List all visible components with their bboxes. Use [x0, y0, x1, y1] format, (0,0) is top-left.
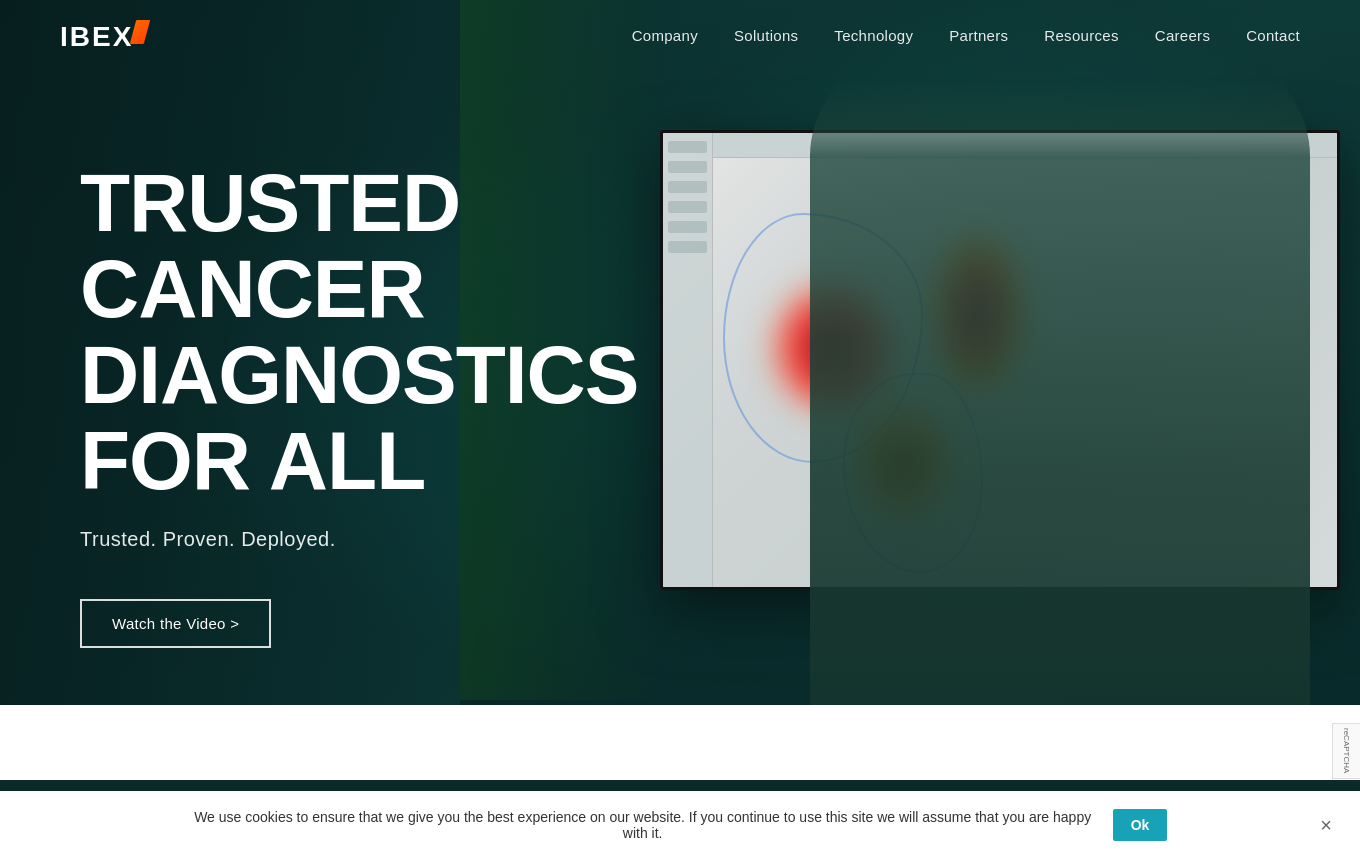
- nav-item-careers[interactable]: Careers: [1155, 27, 1210, 45]
- hero-title-line4: FOR ALL: [80, 415, 425, 506]
- nav-item-technology[interactable]: Technology: [834, 27, 913, 45]
- logo[interactable]: IBEX: [60, 18, 157, 53]
- bottom-strip: [0, 705, 1360, 780]
- recaptcha-badge: reCAPTCHA: [1332, 723, 1360, 779]
- hero-title-line3: DIAGNOSTICS: [80, 329, 638, 420]
- hero-title: TRUSTED CANCER DIAGNOSTICS FOR ALL: [80, 160, 630, 504]
- hero-content: TRUSTED CANCER DIAGNOSTICS FOR ALL Trust…: [80, 160, 630, 648]
- logo-text: IBEX: [60, 18, 157, 53]
- nav-item-resources[interactable]: Resources: [1044, 27, 1118, 45]
- monitor-sidebar: [663, 133, 713, 587]
- person-silhouette: [810, 0, 1310, 780]
- nav-link-contact[interactable]: Contact: [1246, 27, 1300, 44]
- logo-slash-icon: [133, 18, 157, 46]
- nav-link-resources[interactable]: Resources: [1044, 27, 1118, 44]
- nav-link-company[interactable]: Company: [632, 27, 698, 44]
- nav-link-careers[interactable]: Careers: [1155, 27, 1210, 44]
- recaptcha-label: reCAPTCHA: [1342, 728, 1351, 773]
- watch-video-button[interactable]: Watch the Video >: [80, 599, 271, 648]
- hero-title-line2: CANCER: [80, 243, 425, 334]
- nav-item-solutions[interactable]: Solutions: [734, 27, 798, 45]
- logo-wordmark: IBEX: [60, 21, 133, 52]
- nav-item-company[interactable]: Company: [632, 27, 698, 45]
- nav-link-partners[interactable]: Partners: [949, 27, 1008, 44]
- nav-item-contact[interactable]: Contact: [1246, 27, 1300, 45]
- hero-subtitle: Trusted. Proven. Deployed.: [80, 528, 630, 551]
- nav-item-partners[interactable]: Partners: [949, 27, 1008, 45]
- nav-menu: Company Solutions Technology Partners Re…: [632, 27, 1300, 45]
- nav-link-technology[interactable]: Technology: [834, 27, 913, 44]
- hero-title-line1: TRUSTED: [80, 157, 460, 248]
- main-navbar: IBEX Company Solutions Technology Partne…: [0, 0, 1360, 71]
- nav-link-solutions[interactable]: Solutions: [734, 27, 798, 44]
- hero-section: IBEX Company Solutions Technology Partne…: [0, 0, 1360, 780]
